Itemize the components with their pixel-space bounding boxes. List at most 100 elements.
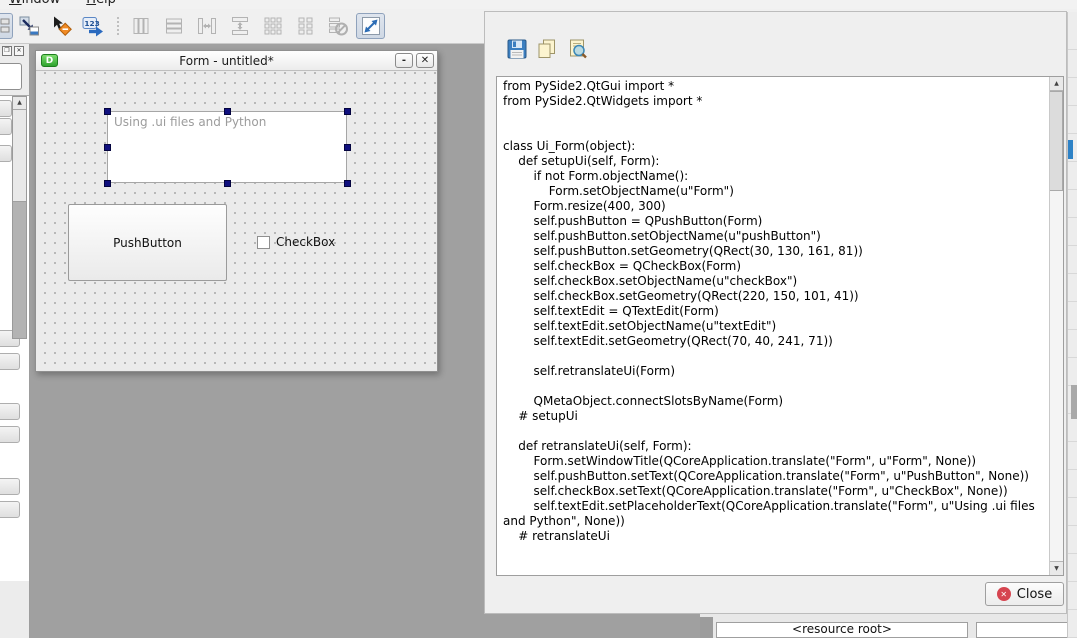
scroll-down-glyph: ▼ (1054, 565, 1059, 572)
layout-splitter-vertical-icon (229, 15, 251, 37)
scrollbar-thumb[interactable] (13, 110, 26, 202)
widget-category-fragment[interactable] (0, 145, 12, 162)
edit-buddies-button[interactable] (49, 13, 75, 39)
toolbar-separator (117, 17, 119, 35)
menubar-items: Window Help (9, 0, 142, 7)
python-code-text[interactable]: from PySide2.QtGui import * from PySide2… (497, 77, 1049, 575)
textedit-placeholder: Using .ui files and Python (114, 115, 340, 129)
save-icon (506, 38, 528, 60)
resource-detail-panel[interactable] (976, 622, 1077, 638)
layout-vertical-button[interactable] (161, 13, 187, 39)
find-button[interactable] (567, 38, 589, 60)
edit-tab-order-icon: 123 (81, 15, 105, 37)
save-button[interactable] (506, 38, 528, 60)
widget-box-scrollbar[interactable]: ▲ (12, 96, 27, 339)
close-icon: ✕ (421, 55, 429, 66)
layout-grid-icon (262, 15, 284, 37)
edit-tab-order-button[interactable]: 123 (79, 13, 107, 39)
close-window-button[interactable]: ✕ (416, 53, 434, 68)
resource-root-item[interactable]: <resource root> (792, 622, 892, 636)
float-glyph: ❐ (4, 47, 9, 54)
layout-vertical-icon (163, 15, 185, 37)
close-x-glyph: ✕ (1000, 590, 1007, 599)
selection-handle-bottom-mid[interactable] (224, 180, 231, 187)
property-editor-dock-sliver (1067, 12, 1077, 638)
pushbutton-widget[interactable]: PushButton (68, 204, 227, 281)
widget-category-fragment[interactable] (0, 353, 20, 370)
form-titlebar[interactable]: D Form - untitled* - ✕ (36, 51, 437, 71)
float-dock-icon[interactable]: ❐ (2, 46, 12, 56)
widget-category-fragment[interactable] (0, 426, 20, 443)
menu-help[interactable]: Help (86, 0, 116, 7)
edit-signals-slots-icon (18, 15, 40, 37)
edit-buddies-icon (51, 15, 73, 37)
resource-window-fragment (700, 617, 713, 638)
textedit-widget[interactable]: Using .ui files and Python (107, 111, 347, 183)
close-glyph: ✕ (16, 47, 21, 54)
scroll-down-icon[interactable]: ▼ (1050, 561, 1063, 575)
widget-box-list[interactable]: ▲ (0, 95, 29, 581)
selection-handle-top-right[interactable] (344, 108, 351, 115)
selection-handle-mid-left[interactable] (104, 144, 111, 151)
selection-handle-top-mid[interactable] (224, 108, 231, 115)
code-preview-dialog: from PySide2.QtGui import * from PySide2… (484, 11, 1067, 614)
scroll-up-glyph: ▲ (1054, 80, 1059, 87)
selection-handle-top-left[interactable] (104, 108, 111, 115)
minimize-icon: - (402, 55, 406, 66)
widget-category-fragment[interactable] (0, 478, 20, 495)
scrollbar-thumb[interactable] (1071, 385, 1077, 419)
close-circle-icon: ✕ (997, 587, 1011, 601)
find-icon (567, 38, 589, 60)
layout-splitter-horizontal-button[interactable] (194, 13, 220, 39)
badge-letter: D (46, 56, 53, 66)
edit-signals-slots-button[interactable] (16, 13, 42, 39)
widget-category-fragment[interactable] (0, 403, 20, 420)
selection-handle-bottom-left[interactable] (104, 180, 111, 187)
close-button-label: Close (1017, 587, 1052, 602)
code-scrollbar[interactable]: ▲ ▼ (1049, 77, 1063, 575)
close-dialog-button[interactable]: ✕ Close (985, 582, 1064, 606)
break-layout-icon (327, 15, 349, 37)
widget-category-fragment[interactable] (0, 100, 12, 117)
widget-category-fragment[interactable] (0, 118, 12, 135)
layout-horizontal-icon (130, 15, 152, 37)
pushbutton-label: PushButton (113, 236, 182, 250)
layout-form-icon (295, 15, 317, 37)
checkbox-indicator[interactable] (257, 236, 270, 249)
widget-box-dock: ❐ ✕ ▲ (0, 44, 30, 638)
qt-designer-screen: Window Help (0, 0, 1077, 638)
selection-handle-mid-right[interactable] (344, 144, 351, 151)
selected-row-fragment (1068, 140, 1073, 159)
form-canvas[interactable]: Using .ui files and Python PushButton Ch… (36, 72, 437, 371)
form-editor-window: D Form - untitled* - ✕ Using .ui files a… (35, 50, 438, 372)
form-window-title: Form - untitled* (58, 54, 395, 68)
layout-form-button[interactable] (293, 13, 319, 39)
adjust-size-icon (360, 15, 382, 37)
resource-browser-window: <resource root> (700, 614, 1077, 638)
designer-form-icon: D (41, 54, 58, 67)
copy-button[interactable] (536, 38, 558, 60)
layout-horizontal-button[interactable] (128, 13, 154, 39)
layout-splitter-vertical-button[interactable] (227, 13, 253, 39)
menubar: Window Help (0, 0, 1077, 9)
widget-filter-input[interactable] (0, 63, 22, 90)
copy-icon (536, 38, 558, 60)
widget-category-fragment[interactable] (0, 501, 20, 518)
minimize-button[interactable]: - (395, 53, 413, 68)
scroll-up-icon[interactable]: ▲ (1050, 77, 1063, 91)
resource-tree-panel[interactable]: <resource root> (716, 622, 968, 638)
generated-code-view[interactable]: from PySide2.QtGui import * from PySide2… (496, 76, 1064, 576)
selection-handle-bottom-right[interactable] (344, 180, 351, 187)
layout-splitter-horizontal-icon (196, 15, 218, 37)
close-dock-icon[interactable]: ✕ (14, 46, 24, 56)
adjust-size-button[interactable] (356, 13, 385, 39)
svg-text:123: 123 (84, 19, 99, 28)
menu-window[interactable]: Window (9, 0, 60, 7)
scrollbar-thumb[interactable] (1050, 91, 1063, 191)
scroll-up-icon[interactable]: ▲ (13, 97, 26, 110)
checkbox-label: CheckBox (276, 235, 335, 249)
break-layout-button[interactable] (325, 13, 351, 39)
edit-widgets-icon (0, 15, 11, 37)
layout-grid-button[interactable] (260, 13, 286, 39)
edit-widgets-button[interactable] (0, 13, 13, 39)
